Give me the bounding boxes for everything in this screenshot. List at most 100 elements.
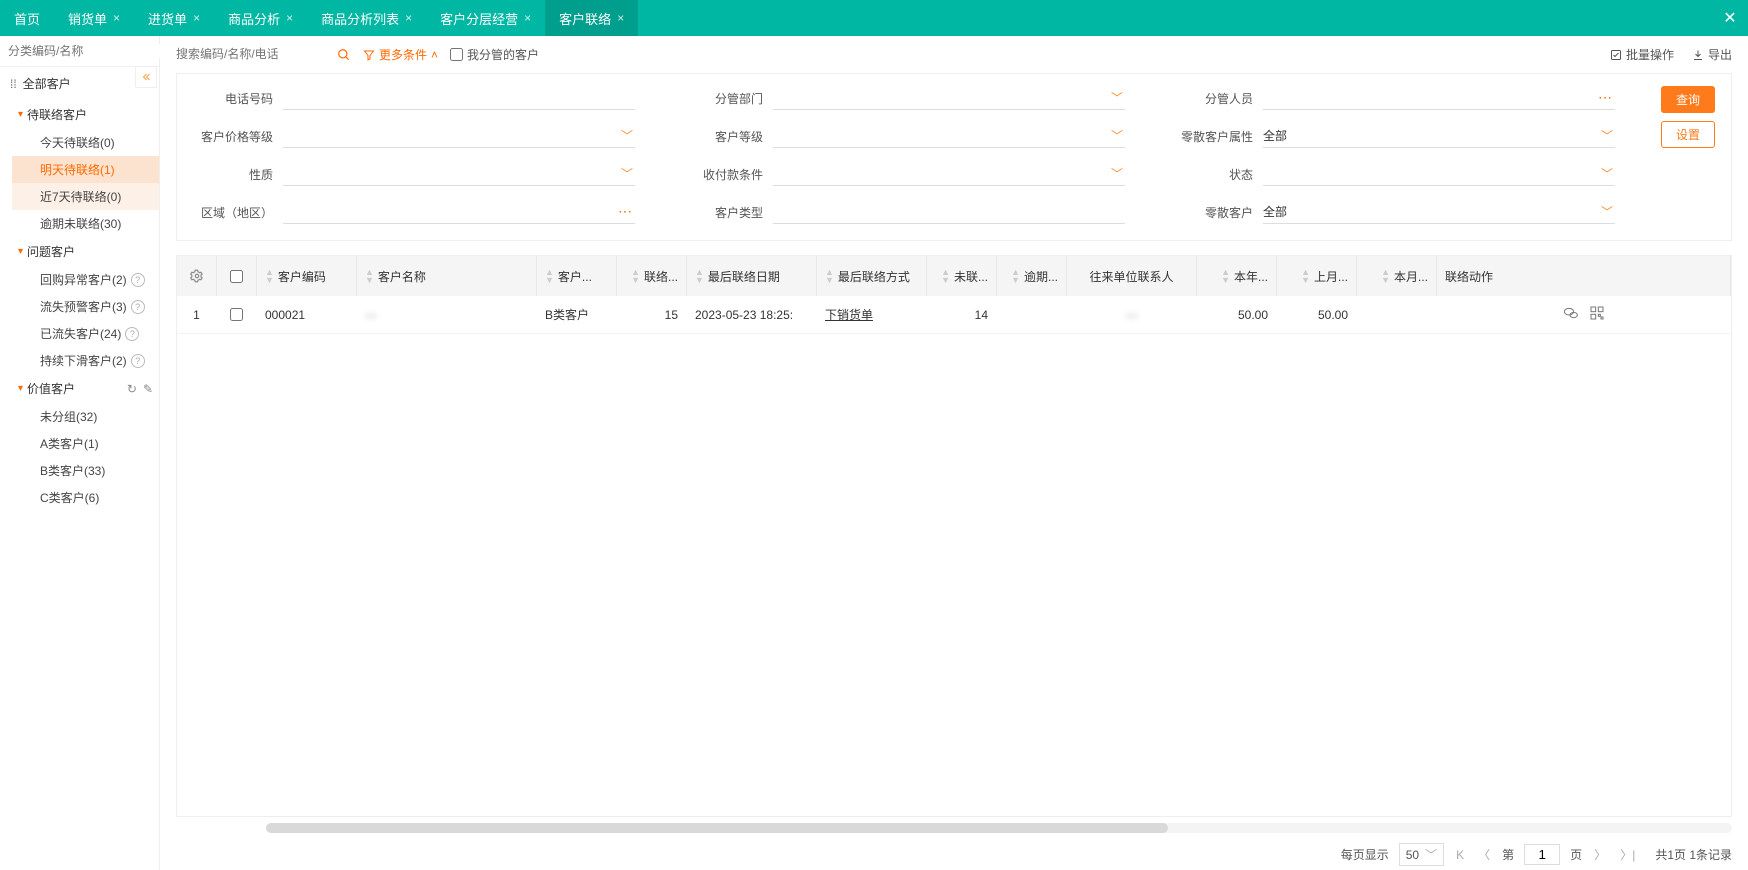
main-search-input[interactable] (176, 47, 337, 62)
sidebar-search-input[interactable] (8, 44, 163, 58)
col-nocontact[interactable]: ▲▼未联... (927, 256, 997, 296)
paycond-select[interactable]: ﹀ (773, 162, 1125, 186)
cell-contactx: 15 (617, 296, 687, 333)
my-customers-checkbox[interactable]: 我分管的客户 (450, 46, 539, 63)
col-year[interactable]: ▲▼本年... (1197, 256, 1277, 296)
sidebar-group-价值客户[interactable]: ▾价值客户↻✎ (12, 374, 159, 403)
cust-level-select[interactable]: ﹀ (773, 124, 1125, 148)
col-thism[interactable]: ▲▼本月... (1357, 256, 1437, 296)
person-select[interactable]: ⋯ (1263, 86, 1615, 110)
more-conditions-toggle[interactable]: 更多条件 ˄ (363, 46, 438, 63)
last-way-link[interactable]: 下销货单 (825, 306, 873, 323)
page-last-button[interactable]: 〉| (1618, 846, 1637, 863)
page-first-button[interactable]: K (1454, 848, 1466, 862)
cell-way[interactable]: 下销货单 (817, 296, 927, 333)
sidebar-item[interactable]: 今天待联络(0) (12, 129, 159, 156)
per-page-select[interactable]: 50 ﹀ (1399, 843, 1444, 866)
col-name[interactable]: ▲▼客户名称 (357, 256, 537, 296)
horizontal-scrollbar[interactable] (176, 821, 1732, 835)
nature-select[interactable]: ﹀ (283, 162, 635, 186)
col-action: 联络动作 (1437, 256, 1731, 296)
cust-type-input[interactable] (773, 200, 1125, 224)
status-select[interactable]: ﹀ (1263, 162, 1615, 186)
per-page-value: 50 (1406, 848, 1419, 862)
table-row[interactable]: 1 000021 — B类客户 15 2023-05-23 18:25: 下销货… (177, 296, 1731, 334)
col-custx[interactable]: ▲▼客户... (537, 256, 617, 296)
page-input[interactable] (1524, 844, 1560, 865)
col-lastm[interactable]: ▲▼上月... (1277, 256, 1357, 296)
sidebar-item[interactable]: 明天待联络(1) (12, 156, 159, 183)
sidebar-item[interactable]: 近7天待联络(0) (12, 183, 159, 210)
sidebar-item[interactable]: C类客户(6) (12, 484, 159, 511)
sidebar-item[interactable]: 回购异常客户(2) (12, 266, 159, 293)
export-button[interactable]: 导出 (1692, 46, 1732, 63)
select-all-checkbox[interactable] (217, 256, 257, 296)
tab-进货单[interactable]: 进货单× (134, 0, 214, 36)
tab-销货单[interactable]: 销货单× (54, 0, 134, 36)
edit-icon[interactable]: ✎ (143, 382, 153, 396)
grip-icon: ⁞⁞ (10, 77, 17, 91)
more-icon: ⋯ (1598, 89, 1613, 106)
region-select[interactable]: ⋯ (283, 200, 635, 224)
sidebar-group-问题客户[interactable]: ▾问题客户 (12, 237, 159, 266)
query-button[interactable]: 查询 (1661, 86, 1715, 113)
wechat-icon[interactable] (1563, 305, 1579, 324)
col-date[interactable]: ▲▼最后联络日期 (687, 256, 817, 296)
col-way[interactable]: ▲▼最后联络方式 (817, 256, 927, 296)
close-icon[interactable]: × (193, 11, 200, 25)
batch-actions-button[interactable]: 批量操作 (1610, 46, 1674, 63)
search-icon[interactable] (337, 48, 351, 62)
cell-code: 000021 (257, 296, 357, 333)
sidebar-group-待联络客户[interactable]: ▾待联络客户 (12, 100, 159, 129)
tab-商品分析[interactable]: 商品分析× (214, 0, 307, 36)
settings-button[interactable]: 设置 (1661, 121, 1715, 148)
top-tabs: 首页销货单×进货单×商品分析×商品分析列表×客户分层经营×客户联络× ✕ (0, 0, 1748, 36)
phone-input[interactable] (283, 86, 635, 110)
field-label: 客户等级 (683, 128, 763, 145)
tab-客户分层经营[interactable]: 客户分层经营× (426, 0, 545, 36)
field-label: 零散客户 (1173, 204, 1253, 221)
scatter-value: 全部 (1263, 203, 1287, 220)
sort-icon: ▲▼ (365, 268, 374, 284)
my-customers-label: 我分管的客户 (467, 46, 539, 63)
qrcode-icon[interactable] (1589, 305, 1605, 324)
page-prev-button[interactable]: 〈 (1476, 846, 1492, 863)
close-icon[interactable]: × (617, 11, 624, 25)
col-code[interactable]: ▲▼客户编码 (257, 256, 357, 296)
page-next-button[interactable]: 〉 (1592, 846, 1608, 863)
tabs-close-all[interactable]: ✕ (1712, 0, 1748, 36)
col-contactx[interactable]: ▲▼联络... (617, 256, 687, 296)
col-contact[interactable]: 往来单位联系人 (1067, 256, 1197, 296)
close-icon[interactable]: × (405, 11, 412, 25)
scatter-select[interactable]: 全部﹀ (1263, 200, 1615, 224)
close-icon[interactable]: × (286, 11, 293, 25)
row-checkbox[interactable] (217, 296, 257, 333)
sidebar-item[interactable]: 持续下滑客户(2) (12, 347, 159, 374)
sidebar-item[interactable]: 逾期未联络(30) (12, 210, 159, 237)
filter-icon (363, 49, 375, 61)
sidebar-item[interactable]: 流失预警客户(3) (12, 293, 159, 320)
col-overdue[interactable]: ▲▼逾期... (997, 256, 1067, 296)
tab-客户联络[interactable]: 客户联络× (545, 0, 638, 36)
export-label: 导出 (1708, 46, 1732, 63)
sidebar-collapse-button[interactable] (135, 66, 157, 88)
refresh-icon[interactable]: ↻ (127, 382, 137, 396)
my-customers-input[interactable] (450, 48, 463, 61)
close-icon[interactable]: × (524, 11, 531, 25)
scatter-attr-select[interactable]: 全部﹀ (1263, 124, 1615, 148)
tab-首页[interactable]: 首页 (0, 0, 54, 36)
scroll-thumb[interactable] (266, 823, 1168, 833)
close-icon[interactable]: × (113, 11, 120, 25)
sort-icon: ▲▼ (941, 268, 950, 284)
sidebar-item[interactable]: 未分组(32) (12, 403, 159, 430)
sidebar-item[interactable]: A类客户(1) (12, 430, 159, 457)
column-settings-button[interactable] (177, 256, 217, 296)
tab-商品分析列表[interactable]: 商品分析列表× (307, 0, 426, 36)
price-level-select[interactable]: ﹀ (283, 124, 635, 148)
dept-select[interactable]: ﹀ (773, 86, 1125, 110)
per-page-label: 每页显示 (1341, 846, 1389, 863)
sidebar-item[interactable]: 已流失客户(24) (12, 320, 159, 347)
sidebar-item[interactable]: B类客户(33) (12, 457, 159, 484)
col-label: 本年... (1234, 268, 1268, 285)
sidebar-all-customers[interactable]: ⁞⁞ 全部客户 (0, 66, 159, 100)
